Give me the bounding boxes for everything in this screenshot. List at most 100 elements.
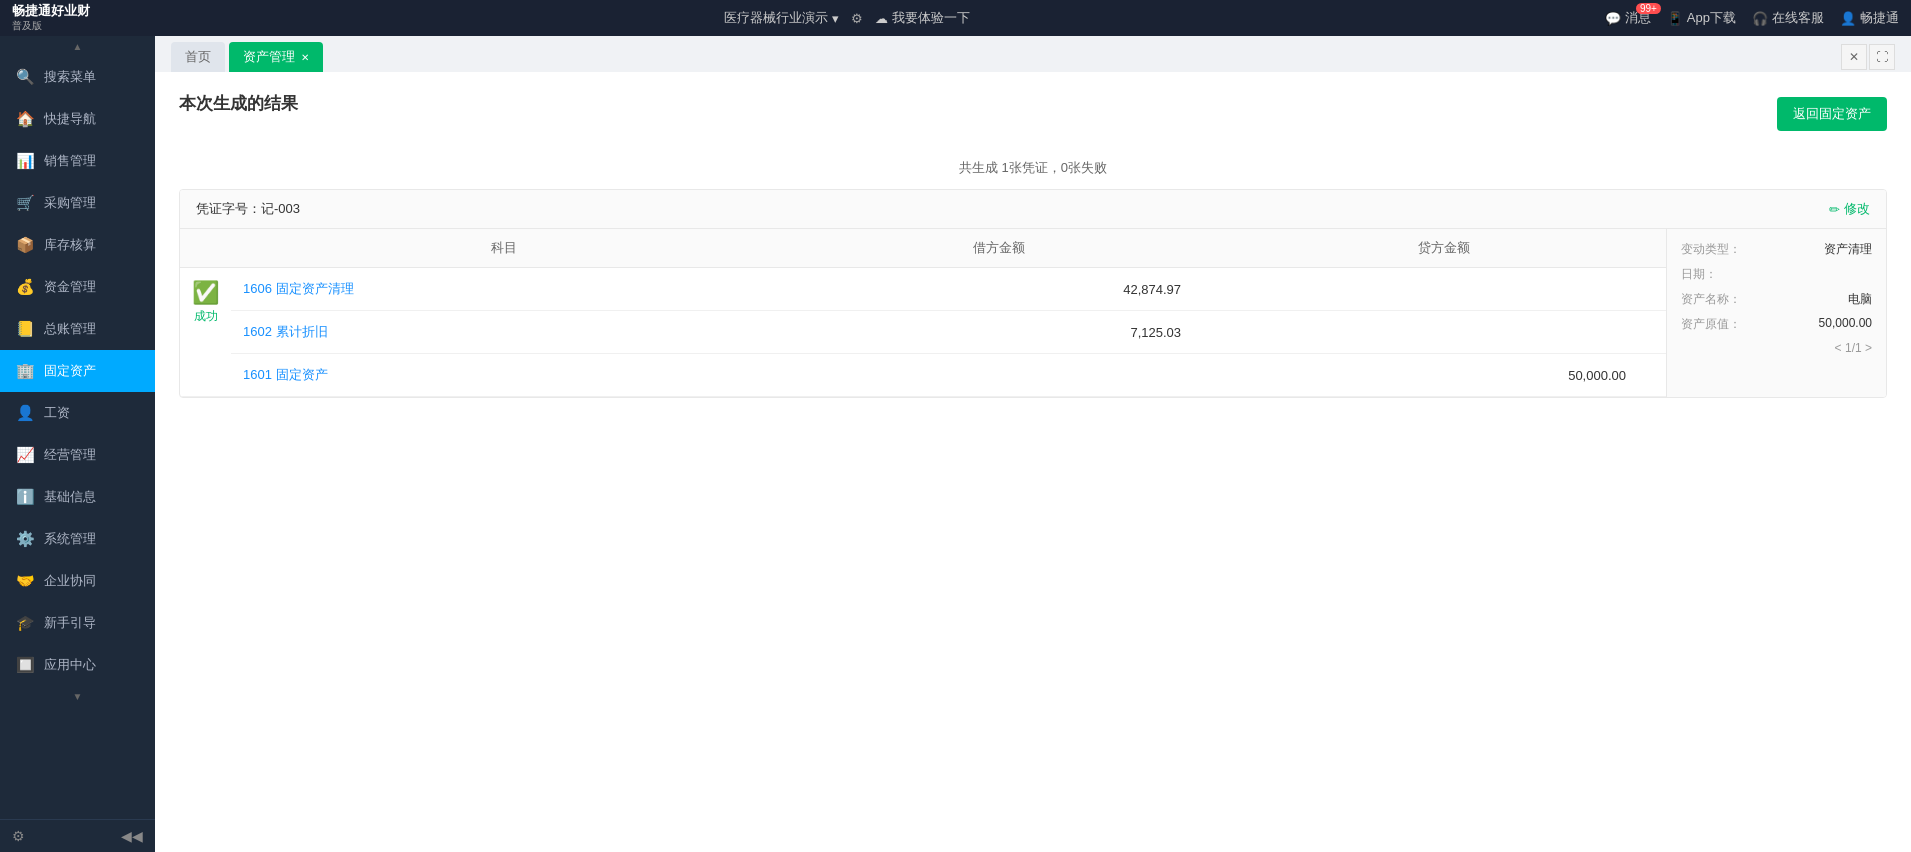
edit-label: 修改: [1844, 200, 1870, 218]
original-value-value: 50,000.00: [1819, 316, 1872, 333]
original-value-label: 资产原值：: [1681, 316, 1741, 333]
edit-voucher-button[interactable]: ✏ 修改: [1829, 200, 1870, 218]
sidebar-item-search[interactable]: 🔍 搜索菜单: [0, 56, 155, 98]
sidebar-item-operations[interactable]: 📈 经营管理: [0, 434, 155, 476]
sidebar-item-fund[interactable]: 💰 资金管理: [0, 266, 155, 308]
sidebar-item-enterprise[interactable]: 🤝 企业协同: [0, 560, 155, 602]
sidebar-item-quick-nav[interactable]: 🏠 快捷导航: [0, 98, 155, 140]
username-label: 畅捷通: [1860, 9, 1899, 27]
panel-close-button[interactable]: ✕: [1841, 44, 1867, 70]
sidebar-label-purchase: 采购管理: [44, 194, 96, 212]
col-debit: 借方金额: [776, 229, 1221, 268]
sidebar-item-payroll[interactable]: 👤 工资: [0, 392, 155, 434]
sidebar-label-basic-info: 基础信息: [44, 488, 96, 506]
sidebar-label-sys-admin: 系统管理: [44, 530, 96, 548]
sidebar-item-inventory[interactable]: 📦 库存核算: [0, 224, 155, 266]
tab-asset-management[interactable]: 资产管理 ✕: [229, 42, 323, 72]
sidebar-label-payroll: 工资: [44, 404, 70, 422]
home-icon: 🏠: [16, 110, 34, 128]
payroll-icon: 👤: [16, 404, 34, 422]
sidebar-label-fixed-assets: 固定资产: [44, 362, 96, 380]
sidebar-item-guide[interactable]: 🎓 新手引导: [0, 602, 155, 644]
sidebar-label-sales: 销售管理: [44, 152, 96, 170]
row2-debit: 7,125.03: [776, 311, 1221, 354]
pagination-info: 1/1: [1845, 341, 1865, 355]
sidebar: ▲ 🔍 搜索菜单 🏠 快捷导航 📊 销售管理 🛒 采购管理 📦 库存核算 💰 资…: [0, 36, 155, 852]
sidebar-label-operations: 经营管理: [44, 446, 96, 464]
sidebar-item-app-center[interactable]: 🔲 应用中心: [0, 644, 155, 686]
company-selector[interactable]: 医疗器械行业演示 ▾: [724, 9, 839, 27]
messages-badge: 99+: [1636, 3, 1661, 14]
voucher-table: 科目 借方金额 贷方金额 ✅ 成功: [180, 229, 1666, 397]
cloud-icon: ☁: [875, 11, 888, 26]
sidebar-item-sys-admin[interactable]: ⚙️ 系统管理: [0, 518, 155, 560]
success-icon: ✅: [192, 280, 219, 306]
result-summary: 共生成 1张凭证，0张失败: [179, 151, 1887, 189]
panel-expand-button[interactable]: ⛶: [1869, 44, 1895, 70]
tab-close-icon[interactable]: ✕: [301, 52, 309, 63]
row1-credit: [1221, 268, 1666, 311]
sidebar-item-sales[interactable]: 📊 销售管理: [0, 140, 155, 182]
asset-name-value: 电脑: [1848, 291, 1872, 308]
side-asset-name-row: 资产名称： 电脑: [1681, 291, 1872, 308]
asset-name-label: 资产名称：: [1681, 291, 1741, 308]
sidebar-scroll-down[interactable]: ▼: [0, 686, 155, 706]
voucher-header: 凭证字号：记-003 ✏ 修改: [180, 190, 1886, 229]
sidebar-scroll-up[interactable]: ▲: [0, 36, 155, 56]
voucher-body: 科目 借方金额 贷方金额 ✅ 成功: [180, 229, 1886, 397]
voucher-number: 凭证字号：记-003: [196, 200, 300, 218]
top-right: 💬 消息 99+ 📱 App下载 🎧 在线客服 👤 畅捷通: [1605, 9, 1899, 27]
sidebar-item-ledger[interactable]: 📒 总账管理: [0, 308, 155, 350]
service-label: 在线客服: [1772, 9, 1824, 27]
return-fixed-assets-button[interactable]: 返回固定资产: [1777, 97, 1887, 131]
sidebar-label-inventory: 库存核算: [44, 236, 96, 254]
page-title: 本次生成的结果: [179, 92, 298, 115]
sidebar-item-fixed-assets[interactable]: 🏢 固定资产: [0, 350, 155, 392]
top-header: 畅捷通好业财 普及版 医疗器械行业演示 ▾ ⚙ ☁ 我要体验一下 💬 消息 99…: [0, 0, 1911, 36]
app-center-icon: 🔲: [16, 656, 34, 674]
side-original-value-row: 资产原值： 50,000.00: [1681, 316, 1872, 333]
sales-icon: 📊: [16, 152, 34, 170]
voucher-side-panel: 变动类型： 资产清理 日期： 资产名称： 电脑 资产原值：: [1666, 229, 1886, 397]
logo-area: 畅捷通好业财 普及版: [12, 3, 90, 33]
change-type-label: 变动类型：: [1681, 241, 1741, 258]
page-header-row: 本次生成的结果 返回固定资产: [179, 92, 1887, 135]
pagination[interactable]: < 1/1 >: [1681, 341, 1872, 355]
app-download-button[interactable]: 📱 App下载: [1667, 9, 1736, 27]
experience-button[interactable]: ☁ 我要体验一下: [875, 9, 970, 27]
row3-subject: 1601 固定资产: [231, 354, 776, 397]
enterprise-icon: 🤝: [16, 572, 34, 590]
message-icon: 💬: [1605, 11, 1621, 26]
purchase-icon: 🛒: [16, 194, 34, 212]
status-cell: ✅ 成功: [180, 268, 231, 397]
sidebar-label-ledger: 总账管理: [44, 320, 96, 338]
company-name: 医疗器械行业演示: [724, 9, 828, 27]
status-text: 成功: [192, 308, 219, 325]
sidebar-label-quick-nav: 快捷导航: [44, 110, 96, 128]
page-content: 本次生成的结果 返回固定资产 共生成 1张凭证，0张失败 凭证字号：记-003 …: [155, 72, 1911, 852]
ledger-icon: 📒: [16, 320, 34, 338]
sidebar-collapse-icon[interactable]: ◀◀: [121, 828, 143, 844]
user-button[interactable]: 👤 畅捷通: [1840, 9, 1899, 27]
next-page-icon[interactable]: >: [1865, 341, 1872, 355]
row1-subject: 1606 固定资产清理: [231, 268, 776, 311]
phone-icon: 📱: [1667, 11, 1683, 26]
row3-debit: [776, 354, 1221, 397]
fund-icon: 💰: [16, 278, 34, 296]
online-service-button[interactable]: 🎧 在线客服: [1752, 9, 1824, 27]
sys-admin-icon: ⚙️: [16, 530, 34, 548]
settings-gear-button[interactable]: ⚙: [845, 6, 869, 30]
tab-home[interactable]: 首页: [171, 42, 225, 72]
sidebar-item-purchase[interactable]: 🛒 采购管理: [0, 182, 155, 224]
side-change-type-row: 变动类型： 资产清理: [1681, 241, 1872, 258]
sidebar-settings-icon[interactable]: ⚙: [12, 828, 25, 844]
prev-page-icon[interactable]: <: [1835, 341, 1842, 355]
voucher-section: 凭证字号：记-003 ✏ 修改 科目: [179, 189, 1887, 398]
table-row: ✅ 成功 1606 固定资产清理 42,874.97: [180, 268, 1666, 311]
sidebar-item-basic-info[interactable]: ℹ️ 基础信息: [0, 476, 155, 518]
sidebar-footer: ⚙ ◀◀: [0, 819, 155, 852]
sidebar-label-guide: 新手引导: [44, 614, 96, 632]
messages-button[interactable]: 💬 消息 99+: [1605, 9, 1651, 27]
row1-debit: 42,874.97: [776, 268, 1221, 311]
content-wrapper: 首页 资产管理 ✕ ✕ ⛶ 本次生成的结果 返回固定资产 共生成 1张凭证，0张…: [155, 36, 1911, 852]
